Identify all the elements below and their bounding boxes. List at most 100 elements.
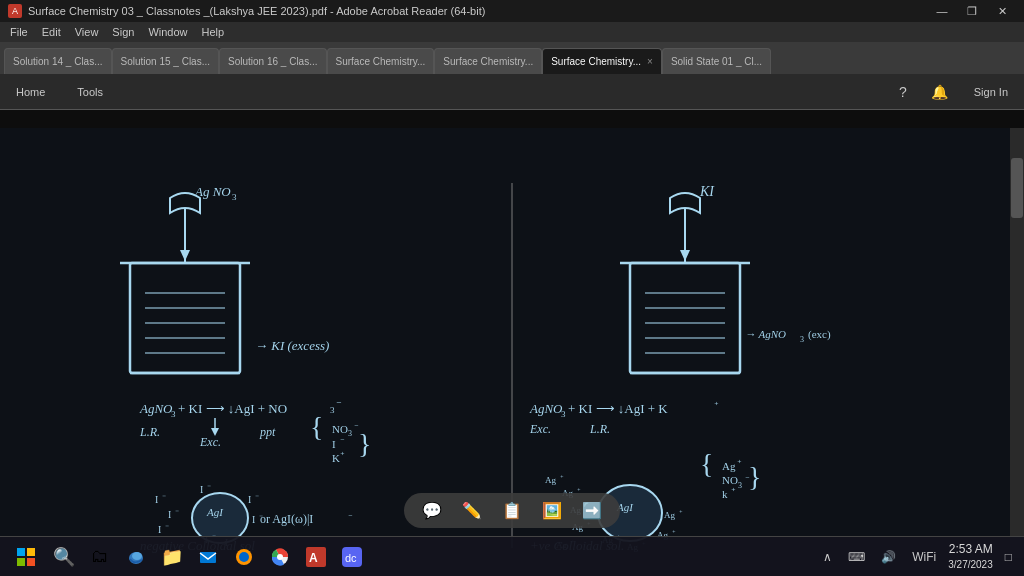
svg-point-114 — [132, 552, 142, 560]
svg-text:3: 3 — [232, 192, 237, 202]
svg-text:→ AgNO: → AgNO — [745, 328, 786, 340]
tab-surface1[interactable]: Surface Chemistry... — [327, 48, 435, 74]
annotation-toolbar: 💬 ✏️ 📋 🖼️ ➡️ — [404, 493, 620, 528]
start-button[interactable] — [8, 543, 44, 571]
edge-taskbar[interactable] — [120, 541, 152, 573]
clock[interactable]: 2:53 AM 3/27/2023 — [948, 542, 993, 571]
comment-tool[interactable]: 💬 — [416, 497, 448, 524]
title-bar: A Surface Chemistry 03 _ Classnotes _(La… — [0, 0, 1024, 22]
toolbar-home[interactable]: Home — [8, 83, 53, 101]
svg-rect-112 — [27, 558, 35, 566]
notifications-icon[interactable]: □ — [1001, 548, 1016, 566]
svg-point-117 — [239, 552, 249, 562]
svg-text:⁺: ⁺ — [560, 474, 564, 482]
svg-text:I: I — [252, 514, 255, 525]
svg-text:I: I — [155, 494, 158, 505]
svg-text:Exc.: Exc. — [529, 422, 551, 436]
pen-tool[interactable]: ✏️ — [456, 497, 488, 524]
svg-text:⁺: ⁺ — [340, 450, 345, 460]
svg-text:AgNO: AgNO — [139, 401, 173, 416]
discord-taskbar[interactable]: dc — [336, 541, 368, 573]
pdf-viewer[interactable]: Ag NO 3 → KI (excess) AgNO 3 + KI ⟶ ↓AgI… — [0, 110, 1024, 576]
keyboard-icon[interactable]: ⌨ — [844, 548, 869, 566]
signin-button[interactable]: Sign In — [966, 83, 1016, 101]
svg-text:I: I — [332, 438, 336, 450]
svg-text:⁻: ⁻ — [336, 398, 342, 410]
maximize-button[interactable]: ❐ — [958, 2, 986, 20]
fileexplorer-taskbar[interactable]: 📁 — [156, 541, 188, 573]
tab-solidstate[interactable]: Solid State 01 _ Cl... — [662, 48, 771, 74]
clock-time: 2:53 AM — [948, 542, 993, 558]
menu-edit[interactable]: Edit — [36, 25, 67, 39]
menu-file[interactable]: File — [4, 25, 34, 39]
svg-text:I: I — [168, 509, 171, 520]
svg-text:Exc.: Exc. — [199, 435, 221, 449]
svg-text:{: { — [700, 448, 713, 479]
toolbar-right: ? 🔔 Sign In — [893, 82, 1016, 102]
share-tool[interactable]: ➡️ — [576, 497, 608, 524]
help-icon[interactable]: ? — [893, 82, 913, 102]
tab-surface3-active[interactable]: Surface Chemistry... × — [542, 48, 662, 74]
tab-solution14[interactable]: Solution 14 _ Clas... — [4, 48, 112, 74]
svg-text:(exc): (exc) — [808, 328, 831, 341]
up-arrow-icon[interactable]: ∧ — [819, 548, 836, 566]
taskview-taskbar[interactable]: 🗂 — [84, 541, 116, 573]
toolbar-tools[interactable]: Tools — [69, 83, 111, 101]
svg-text:3: 3 — [738, 481, 742, 490]
title-bar-left: A Surface Chemistry 03 _ Classnotes _(La… — [8, 4, 485, 18]
svg-text:⁺: ⁺ — [737, 458, 742, 468]
tab-close-icon[interactable]: × — [647, 56, 653, 67]
svg-rect-115 — [200, 552, 216, 563]
svg-text:3: 3 — [330, 405, 335, 415]
menu-help[interactable]: Help — [196, 25, 231, 39]
tab-solution16[interactable]: Solution 16 _ Clas... — [219, 48, 327, 74]
toolbar: Home Tools ? 🔔 Sign In — [0, 74, 1024, 110]
svg-text:NO: NO — [722, 474, 738, 486]
svg-text:+ KI ⟶ ↓AgI + K: + KI ⟶ ↓AgI + K — [568, 401, 668, 416]
svg-text:3: 3 — [561, 409, 566, 419]
svg-text:⁻: ⁻ — [348, 512, 353, 522]
volume-icon[interactable]: 🔊 — [877, 548, 900, 566]
svg-rect-111 — [17, 558, 25, 566]
menu-sign[interactable]: Sign — [106, 25, 140, 39]
wifi-icon[interactable]: WiFi — [908, 548, 940, 566]
svg-text:AgNO: AgNO — [529, 401, 563, 416]
svg-text:Ag: Ag — [545, 475, 556, 485]
svg-text:}: } — [358, 428, 371, 459]
svg-text:K: K — [332, 452, 340, 464]
svg-text:KI: KI — [699, 184, 715, 199]
svg-text:I: I — [158, 524, 161, 535]
taskbar-right: ∧ ⌨ 🔊 WiFi 2:53 AM 3/27/2023 □ — [819, 542, 1016, 571]
tab-solution15[interactable]: Solution 15 _ Clas... — [112, 48, 220, 74]
mail-taskbar[interactable] — [192, 541, 224, 573]
svg-text:I: I — [248, 494, 251, 505]
main-content: Ag NO 3 → KI (excess) AgNO 3 + KI ⟶ ↓AgI… — [0, 110, 1024, 576]
svg-text:Ag NO: Ag NO — [194, 184, 231, 199]
svg-text:Ag: Ag — [722, 460, 736, 472]
svg-text:3: 3 — [348, 429, 352, 438]
svg-text:⁻: ⁻ — [162, 493, 166, 502]
menu-view[interactable]: View — [69, 25, 105, 39]
svg-rect-3 — [1011, 158, 1023, 218]
svg-text:ppt: ppt — [259, 425, 276, 439]
svg-text:3: 3 — [171, 409, 176, 419]
svg-text:⁺: ⁺ — [731, 486, 736, 496]
svg-text:}: } — [748, 461, 761, 492]
close-button[interactable]: ✕ — [988, 2, 1016, 20]
svg-rect-110 — [27, 548, 35, 556]
chrome-taskbar[interactable] — [264, 541, 296, 573]
minimize-button[interactable]: — — [928, 2, 956, 20]
acrobat-icon: A — [8, 4, 22, 18]
tab-surface2[interactable]: Surface Chemistry... — [434, 48, 542, 74]
svg-text:AgI: AgI — [206, 506, 224, 518]
svg-text:⁻: ⁻ — [175, 508, 179, 517]
highlight-tool[interactable]: 📋 — [496, 497, 528, 524]
window-controls[interactable]: — ❐ ✕ — [928, 2, 1016, 20]
search-taskbar[interactable]: 🔍 — [48, 541, 80, 573]
svg-text:⁻: ⁻ — [207, 483, 211, 492]
acrobat-taskbar[interactable]: A — [300, 541, 332, 573]
bell-icon[interactable]: 🔔 — [925, 82, 954, 102]
firefox-taskbar[interactable] — [228, 541, 260, 573]
image-tool[interactable]: 🖼️ — [536, 497, 568, 524]
menu-window[interactable]: Window — [142, 25, 193, 39]
